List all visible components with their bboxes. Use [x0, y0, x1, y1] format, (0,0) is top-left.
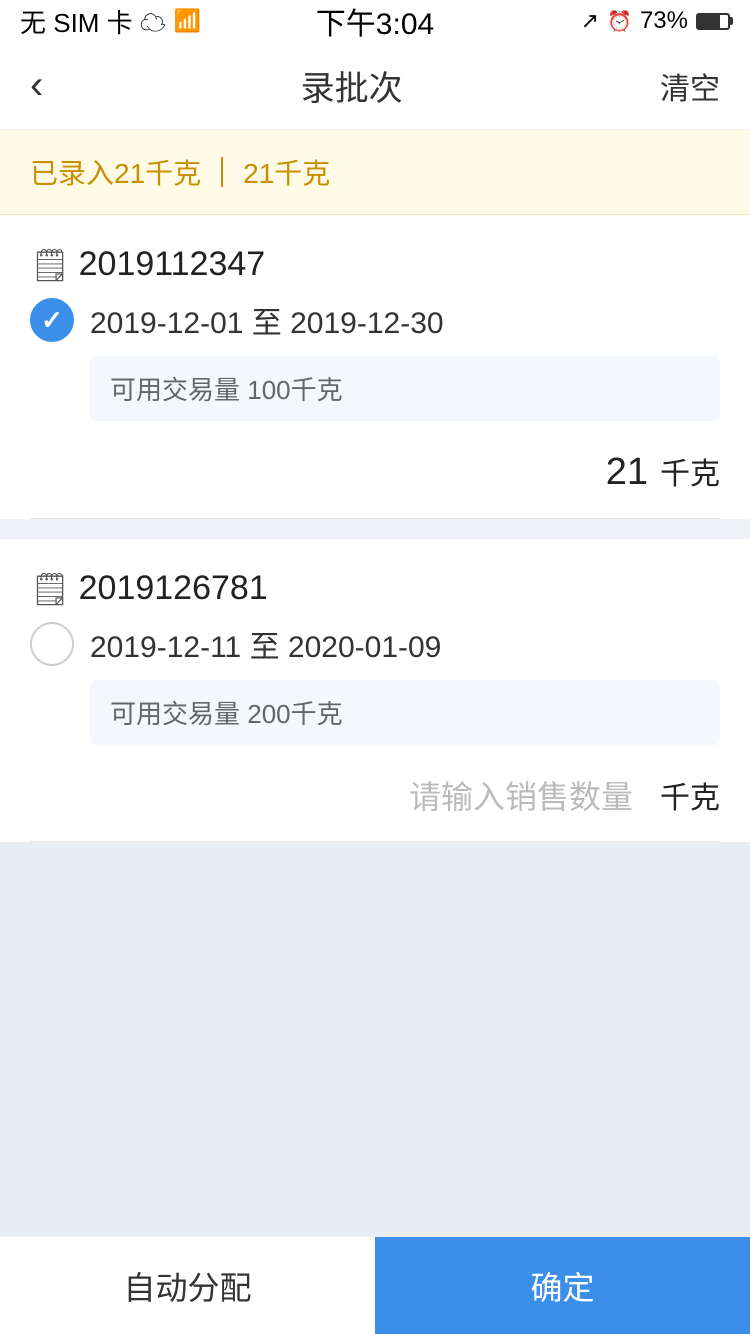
card2-avail-text: 可用交易量 200千克 [110, 699, 343, 729]
auto-distribute-button[interactable]: 自动分配 [0, 1237, 375, 1334]
card2-date-range: 2019-12-11 至 2020-01-09 [90, 622, 441, 666]
info-divider [221, 157, 223, 187]
card2-header: 🗒 2019126781 [30, 569, 720, 608]
battery-percent: 73% [640, 7, 688, 35]
card1-avail-label: 可用交易量 [110, 375, 240, 405]
no-sim-label: 无 SIM 卡 ☁ [20, 3, 166, 40]
card-separator-1 [0, 519, 750, 539]
card2-id: 2019126781 [79, 569, 268, 608]
card1-avail-text: 可用交易量 100千克 [110, 375, 343, 405]
status-time: 下午3:04 [316, 0, 434, 43]
nav-bar: ‹ 录批次 清空 [0, 42, 750, 130]
card2-quantity-input-row[interactable]: 千克 [30, 759, 720, 842]
card1-header: 🗒 2019112347 [30, 245, 720, 284]
card2-quantity-input[interactable] [308, 779, 648, 816]
batch-card-1: 🗒 2019112347 2019-12-01 至 2019-12-30 可用交… [0, 215, 750, 519]
wifi-icon: 📶 [174, 8, 201, 34]
card1-avail-box: 可用交易量 100千克 [90, 356, 720, 421]
status-left: 无 SIM 卡 ☁ 📶 [20, 3, 201, 40]
clear-button[interactable]: 清空 [660, 64, 720, 108]
confirm-button[interactable]: 确定 [375, 1237, 750, 1334]
card1-quantity-value: 21 [606, 451, 648, 494]
status-right: ↗ ⏰ 73% [581, 7, 730, 35]
card1-avail-value: 100千克 [247, 375, 342, 405]
empty-area [0, 842, 750, 1302]
info-banner: 已录入21千克 21千克 [0, 130, 750, 215]
card2-radio[interactable] [30, 622, 74, 666]
back-button[interactable]: ‹ [30, 63, 43, 108]
card1-id: 2019112347 [79, 245, 266, 284]
card1-date-row: 2019-12-01 至 2019-12-30 [30, 298, 720, 342]
card1-date-range: 2019-12-01 至 2019-12-30 [90, 298, 444, 342]
card2-quantity-unit: 千克 [660, 773, 720, 817]
bottom-bar: 自动分配 确定 [0, 1236, 750, 1334]
card2-avail-label: 可用交易量 [110, 699, 240, 729]
card2-date-row: 2019-12-11 至 2020-01-09 [30, 622, 720, 666]
info-label: 已录入21千克 [30, 152, 201, 192]
card1-radio[interactable] [30, 298, 74, 342]
card1-quantity-row: 21 千克 [30, 435, 720, 519]
card2-avail-value: 200千克 [247, 699, 342, 729]
card2-avail-box: 可用交易量 200千克 [90, 680, 720, 745]
card2-icon: 🗒 [30, 570, 71, 608]
info-value: 21千克 [243, 152, 330, 192]
alarm-icon: ⏰ [607, 9, 632, 34]
battery-icon [696, 13, 730, 30]
location-icon: ↗ [581, 8, 599, 34]
page-title: 录批次 [301, 61, 403, 110]
card1-quantity-unit: 千克 [660, 449, 720, 493]
batch-card-2: 🗒 2019126781 2019-12-11 至 2020-01-09 可用交… [0, 539, 750, 842]
card1-icon: 🗒 [30, 246, 71, 284]
status-bar: 无 SIM 卡 ☁ 📶 下午3:04 ↗ ⏰ 73% [0, 0, 750, 42]
